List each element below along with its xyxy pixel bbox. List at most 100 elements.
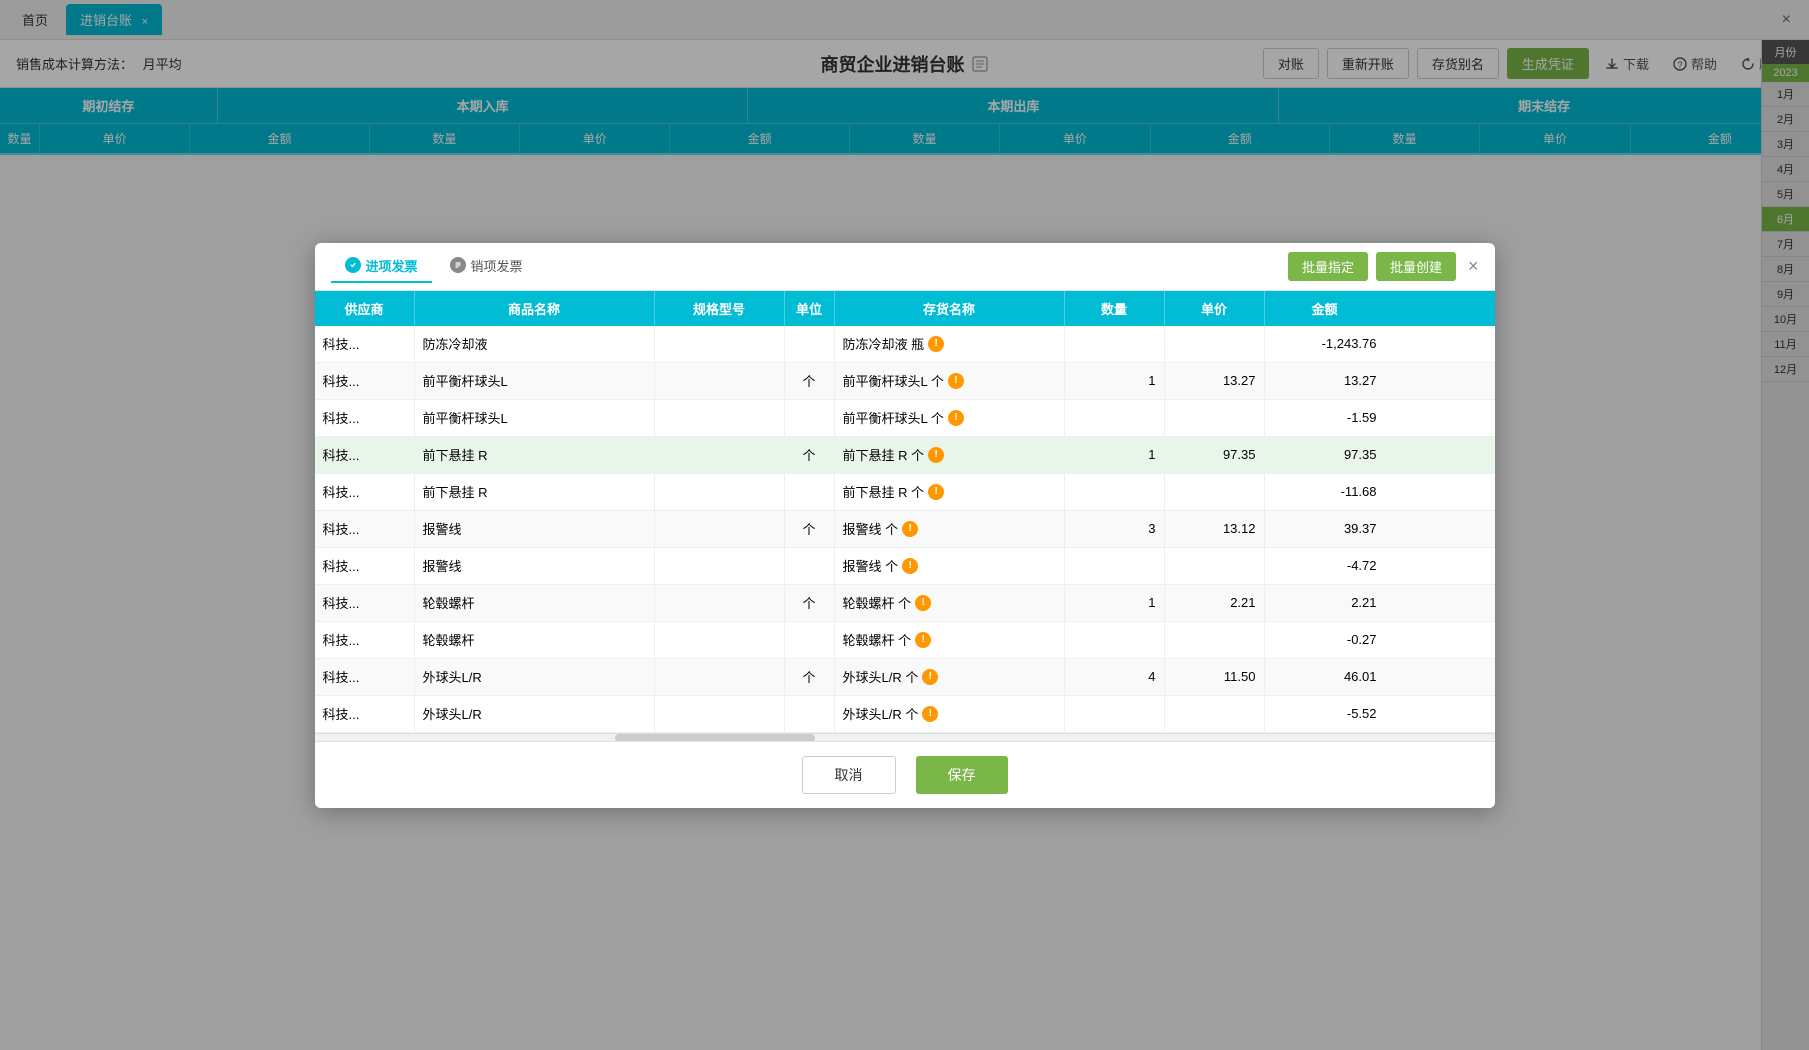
cell-unit xyxy=(785,474,835,510)
col-header-supplier: 供应商 xyxy=(315,291,415,326)
cell-goods-name: 外球头L/R xyxy=(415,696,655,732)
warning-icon: ! xyxy=(915,595,931,611)
cell-spec xyxy=(655,474,785,510)
cell-qty: 3 xyxy=(1065,511,1165,547)
warning-icon: ! xyxy=(922,669,938,685)
warning-icon: ! xyxy=(928,447,944,463)
col-header-price: 单价 xyxy=(1165,291,1265,326)
warning-icon: ! xyxy=(948,410,964,426)
cell-goods-name: 报警线 xyxy=(415,511,655,547)
cell-unit: 个 xyxy=(785,437,835,473)
cell-qty xyxy=(1065,548,1165,584)
cell-amount: -4.72 xyxy=(1265,548,1385,584)
invoice-modal: 进项发票 销项发票 批量指定 批量创建 × 供应商 xyxy=(315,243,1495,808)
modal-table: 供应商 商品名称 规格型号 单位 存货名称 数量 单价 金额 科技... 防冻冷… xyxy=(315,291,1495,741)
cell-supplier: 科技... xyxy=(315,585,415,621)
save-button[interactable]: 保存 xyxy=(916,756,1008,794)
cell-inventory-name: 报警线 个 ! xyxy=(835,548,1065,584)
modal-footer: 取消 保存 xyxy=(315,741,1495,808)
cell-supplier: 科技... xyxy=(315,622,415,658)
table-row[interactable]: 科技... 轮毂螺杆 轮毂螺杆 个 ! -0.27 xyxy=(315,622,1495,659)
cell-supplier: 科技... xyxy=(315,400,415,436)
cell-spec xyxy=(655,400,785,436)
cell-qty: 1 xyxy=(1065,437,1165,473)
cell-unit xyxy=(785,400,835,436)
table-row[interactable]: 科技... 前平衡杆球头L 前平衡杆球头L 个 ! -1.59 xyxy=(315,400,1495,437)
tab-purchase-invoice[interactable]: 进项发票 xyxy=(331,250,432,283)
cell-unit: 个 xyxy=(785,585,835,621)
cell-inventory-name: 前下悬挂 R 个 ! xyxy=(835,437,1065,473)
warning-icon: ! xyxy=(928,484,944,500)
cell-goods-name: 轮毂螺杆 xyxy=(415,622,655,658)
cell-price xyxy=(1165,400,1265,436)
cell-goods-name: 防冻冷却液 xyxy=(415,326,655,362)
cell-amount: -5.52 xyxy=(1265,696,1385,732)
cell-inventory-name: 防冻冷却液 瓶 ! xyxy=(835,326,1065,362)
table-row[interactable]: 科技... 报警线 个 报警线 个 ! 3 13.12 39.37 xyxy=(315,511,1495,548)
table-row[interactable]: 科技... 前下悬挂 R 前下悬挂 R 个 ! -11.68 xyxy=(315,474,1495,511)
table-row[interactable]: 科技... 前平衡杆球头L 个 前平衡杆球头L 个 ! 1 13.27 13.2… xyxy=(315,363,1495,400)
table-row[interactable]: 科技... 前下悬挂 R 个 前下悬挂 R 个 ! 1 97.35 97.35 xyxy=(315,437,1495,474)
cell-unit: 个 xyxy=(785,659,835,695)
cell-amount: -1.59 xyxy=(1265,400,1385,436)
table-row[interactable]: 科技... 外球头L/R 外球头L/R 个 ! -5.52 xyxy=(315,696,1495,733)
cell-supplier: 科技... xyxy=(315,659,415,695)
warning-icon: ! xyxy=(902,558,918,574)
cell-price: 2.21 xyxy=(1165,585,1265,621)
cell-price: 97.35 xyxy=(1165,437,1265,473)
cell-spec xyxy=(655,696,785,732)
modal-table-body: 科技... 防冻冷却液 防冻冷却液 瓶 ! -1,243.76 科技... 前平… xyxy=(315,326,1495,733)
tab-sales-invoice[interactable]: 销项发票 xyxy=(436,250,537,283)
cell-supplier: 科技... xyxy=(315,474,415,510)
cell-amount: 46.01 xyxy=(1265,659,1385,695)
cell-price: 11.50 xyxy=(1165,659,1265,695)
cell-inventory-name: 报警线 个 ! xyxy=(835,511,1065,547)
cell-amount: 39.37 xyxy=(1265,511,1385,547)
cell-amount: 13.27 xyxy=(1265,363,1385,399)
cell-goods-name: 前下悬挂 R xyxy=(415,474,655,510)
col-header-qty: 数量 xyxy=(1065,291,1165,326)
modal-header: 进项发票 销项发票 批量指定 批量创建 × xyxy=(315,243,1495,291)
col-header-inventory-name: 存货名称 xyxy=(835,291,1065,326)
table-row[interactable]: 科技... 轮毂螺杆 个 轮毂螺杆 个 ! 1 2.21 2.21 xyxy=(315,585,1495,622)
cell-inventory-name: 外球头L/R 个 ! xyxy=(835,659,1065,695)
batch-create-button[interactable]: 批量创建 xyxy=(1376,252,1456,281)
cell-supplier: 科技... xyxy=(315,696,415,732)
table-row[interactable]: 科技... 防冻冷却液 防冻冷却液 瓶 ! -1,243.76 xyxy=(315,326,1495,363)
cell-goods-name: 前平衡杆球头L xyxy=(415,363,655,399)
warning-icon: ! xyxy=(902,521,918,537)
cell-spec xyxy=(655,437,785,473)
table-row[interactable]: 科技... 外球头L/R 个 外球头L/R 个 ! 4 11.50 46.01 xyxy=(315,659,1495,696)
cell-supplier: 科技... xyxy=(315,326,415,362)
table-row[interactable]: 科技... 报警线 报警线 个 ! -4.72 xyxy=(315,548,1495,585)
cell-spec xyxy=(655,363,785,399)
cell-qty: 1 xyxy=(1065,585,1165,621)
purchase-tab-icon xyxy=(345,257,361,273)
cell-unit xyxy=(785,696,835,732)
cell-spec xyxy=(655,585,785,621)
cell-amount: 2.21 xyxy=(1265,585,1385,621)
cell-spec xyxy=(655,326,785,362)
col-header-spec: 规格型号 xyxy=(655,291,785,326)
cell-price: 13.12 xyxy=(1165,511,1265,547)
cell-qty xyxy=(1065,400,1165,436)
modal-scrollbar[interactable] xyxy=(315,733,1495,741)
cell-amount: -11.68 xyxy=(1265,474,1385,510)
cell-inventory-name: 前下悬挂 R 个 ! xyxy=(835,474,1065,510)
modal-close-button[interactable]: × xyxy=(1468,257,1479,275)
batch-assign-button[interactable]: 批量指定 xyxy=(1288,252,1368,281)
cell-price: 13.27 xyxy=(1165,363,1265,399)
cell-qty xyxy=(1065,326,1165,362)
warning-icon: ! xyxy=(922,706,938,722)
cell-supplier: 科技... xyxy=(315,511,415,547)
cell-qty: 4 xyxy=(1065,659,1165,695)
cell-amount: -0.27 xyxy=(1265,622,1385,658)
cell-unit xyxy=(785,548,835,584)
cancel-button[interactable]: 取消 xyxy=(802,756,896,794)
scrollbar-thumb xyxy=(615,734,815,741)
modal-table-header: 供应商 商品名称 规格型号 单位 存货名称 数量 单价 金额 xyxy=(315,291,1495,326)
cell-price xyxy=(1165,548,1265,584)
cell-unit xyxy=(785,622,835,658)
cell-spec xyxy=(655,622,785,658)
cell-unit xyxy=(785,326,835,362)
